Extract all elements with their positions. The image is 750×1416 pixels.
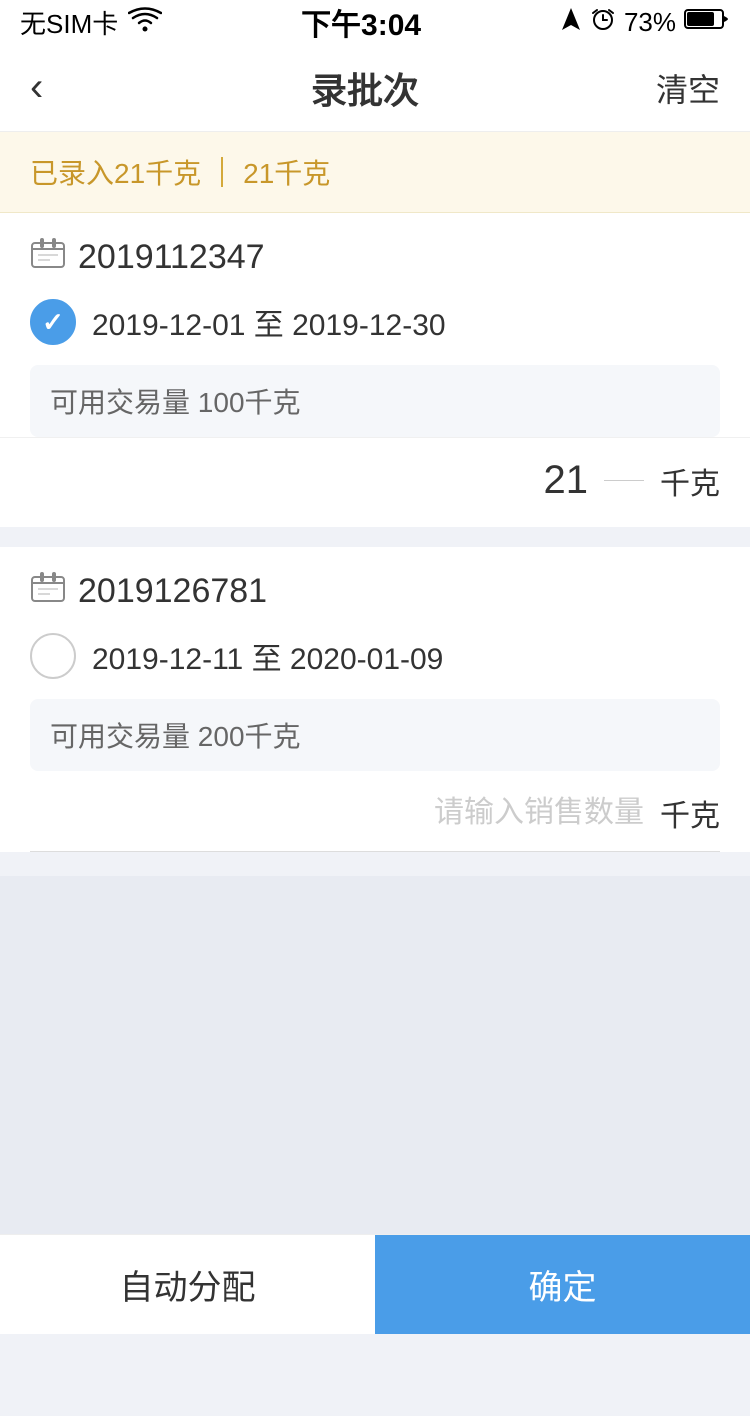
location-icon <box>560 6 582 39</box>
qty-underline-2 <box>30 851 720 852</box>
qty-unit-1: 千克 <box>660 459 720 503</box>
batch-date-2: 2019-12-11 至 2020-01-09 <box>92 634 443 678</box>
page-title: 录批次 <box>90 62 640 114</box>
quantity-row-1: 21 千克 <box>0 437 750 527</box>
batch-date-1: 2019-12-01 至 2019-12-30 <box>92 300 446 344</box>
status-right: 73% <box>560 6 730 39</box>
battery-icon <box>684 7 730 38</box>
footer: 自动分配 确定 <box>0 1234 750 1334</box>
back-button[interactable]: ‹ <box>30 65 90 110</box>
status-time: 下午3:04 <box>301 0 421 44</box>
avail-label-2: 可用交易量 <box>50 721 190 752</box>
qty-input-2[interactable] <box>30 796 644 830</box>
batch-id-2: 2019126781 <box>78 572 267 611</box>
avail-qty-2: 200千克 <box>198 721 301 752</box>
recorded-label: 已录入21千克 <box>30 152 201 192</box>
batch-item-2: 2019126781 2019-12-11 至 2020-01-09 可用交易量… <box>0 547 750 852</box>
battery-text: 73% <box>624 7 676 38</box>
info-banner: 已录入21千克 21千克 <box>0 132 750 213</box>
batch-id-1: 2019112347 <box>78 238 265 277</box>
batch-radio-1[interactable] <box>30 299 76 345</box>
qty-unit-2: 千克 <box>660 791 720 835</box>
nav-bar: ‹ 录批次 清空 <box>0 44 750 132</box>
status-left: 无SIM卡 <box>20 4 162 41</box>
batch-radio-2[interactable] <box>30 633 76 679</box>
avail-box-2: 可用交易量 200千克 <box>30 699 720 771</box>
section-separator <box>0 527 750 547</box>
alarm-icon <box>590 6 616 39</box>
qty-divider-1 <box>604 480 644 481</box>
auto-distribute-button[interactable]: 自动分配 <box>0 1235 375 1334</box>
batch-icon-2 <box>30 571 66 611</box>
batch-icon-1 <box>30 237 66 277</box>
info-value: 21千克 <box>243 152 330 192</box>
quantity-input-row-2[interactable]: 千克 <box>0 771 750 851</box>
confirm-button[interactable]: 确定 <box>375 1235 750 1334</box>
sim-text: 无SIM卡 <box>20 4 118 41</box>
clear-button[interactable]: 清空 <box>640 65 720 111</box>
qty-value-1[interactable]: 21 <box>544 458 589 503</box>
info-divider <box>221 157 223 187</box>
status-bar: 无SIM卡 下午3:04 73% <box>0 0 750 44</box>
avail-box-1: 可用交易量 100千克 <box>30 365 720 437</box>
avail-qty-1: 100千克 <box>198 387 301 418</box>
batch-item-1: 2019112347 2019-12-01 至 2019-12-30 可用交易量… <box>0 213 750 527</box>
avail-label-1: 可用交易量 <box>50 387 190 418</box>
wifi-icon <box>128 6 162 39</box>
